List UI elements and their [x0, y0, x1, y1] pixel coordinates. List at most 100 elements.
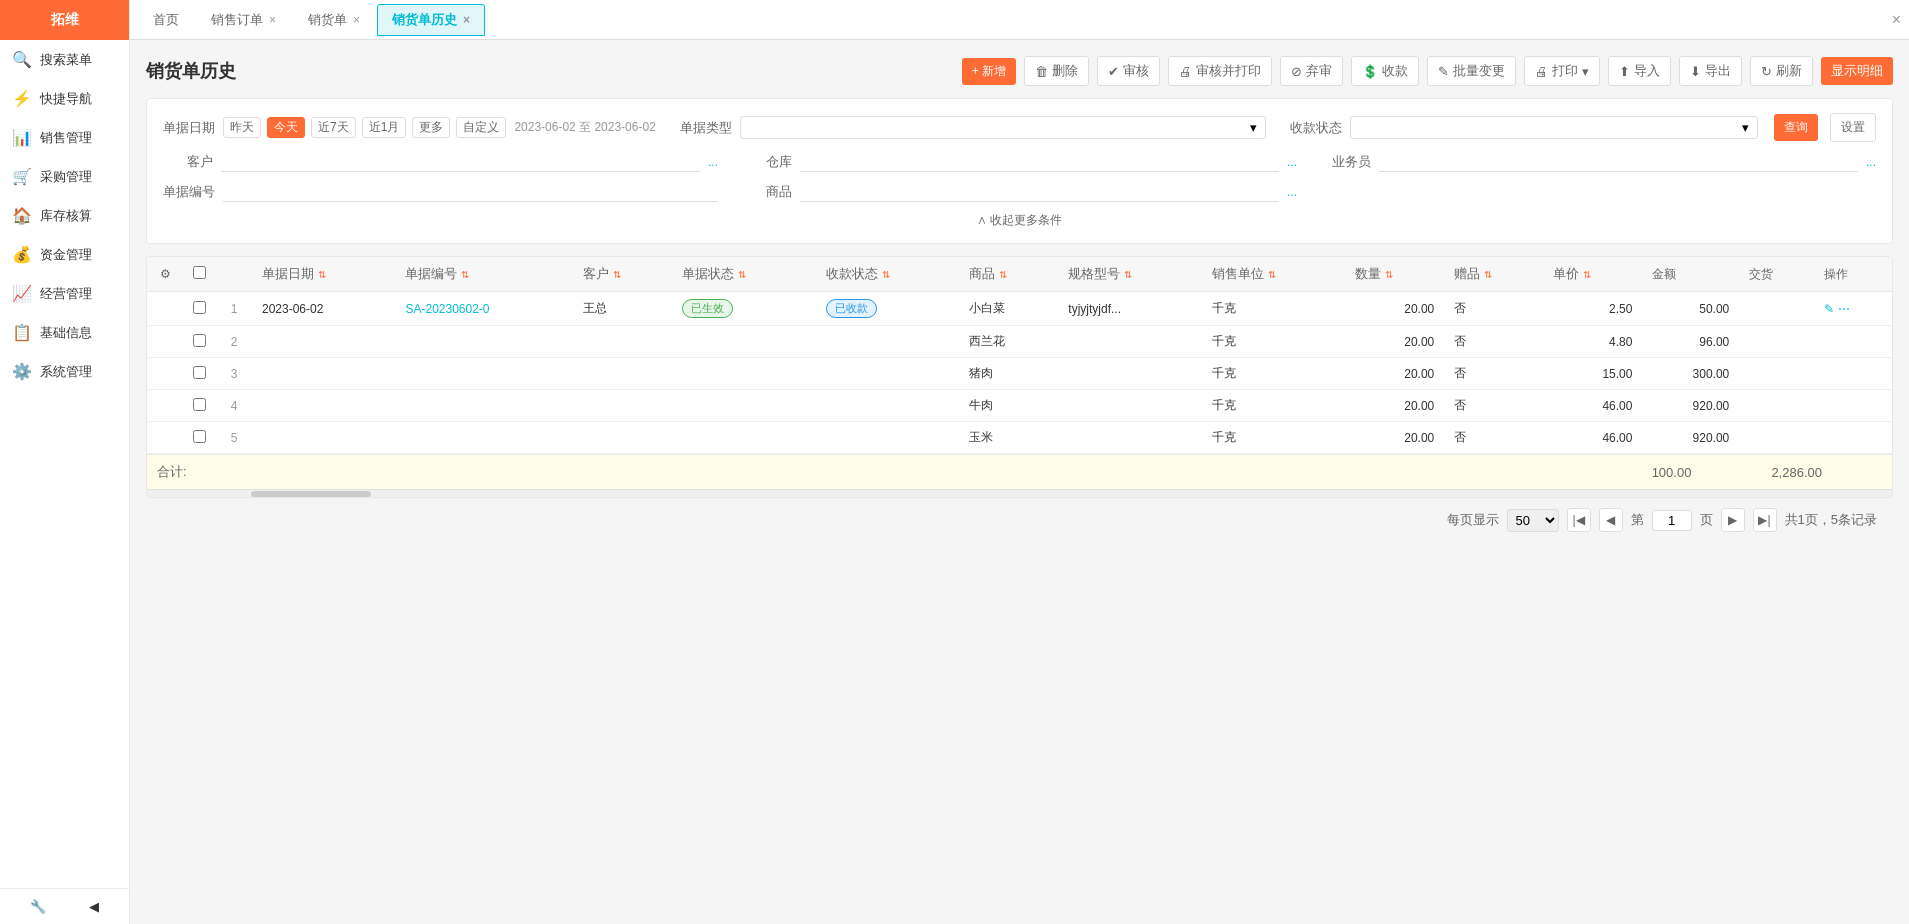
row-number[interactable]: [395, 326, 573, 358]
collect-button[interactable]: 💲 收款: [1351, 56, 1419, 86]
scrollbar-thumb[interactable]: [251, 491, 371, 497]
row-check[interactable]: [183, 422, 216, 454]
review-button[interactable]: ✔ 审核: [1097, 56, 1160, 86]
sidebar-item-search[interactable]: 🔍 搜索菜单: [0, 40, 129, 79]
spec-sort-icon[interactable]: ⇅: [1124, 269, 1132, 280]
date-btn-yesterday[interactable]: 昨天: [223, 117, 261, 138]
col-check[interactable]: [183, 257, 216, 292]
staff-more[interactable]: ...: [1866, 155, 1876, 169]
row-checkbox[interactable]: [193, 398, 206, 411]
sidebar-item-system[interactable]: ⚙️ 系统管理: [0, 352, 129, 391]
settings-button[interactable]: 设置: [1830, 113, 1876, 142]
tab-sales-order[interactable]: 销售订单 ×: [196, 4, 291, 36]
sidebar-item-sales[interactable]: 📊 销售管理: [0, 118, 129, 157]
review-print-button[interactable]: 🖨 审核并打印: [1168, 56, 1272, 86]
first-page-button[interactable]: |◀: [1567, 508, 1591, 532]
sidebar-settings[interactable]: 🔧 ◀: [0, 889, 129, 924]
refresh-button[interactable]: ↻ 刷新: [1750, 56, 1813, 86]
gift-sort-icon[interactable]: ⇅: [1484, 269, 1492, 280]
query-button[interactable]: 查询: [1774, 114, 1818, 141]
row-check[interactable]: [183, 390, 216, 422]
export-button[interactable]: ⬇ 导出: [1679, 56, 1742, 86]
goods-input[interactable]: [800, 182, 1279, 202]
col-number[interactable]: 单据编号 ⇅: [395, 257, 573, 292]
tab-close-all[interactable]: ×: [1892, 11, 1901, 29]
row-check[interactable]: [183, 358, 216, 390]
unit-sort-icon[interactable]: ⇅: [1268, 269, 1276, 280]
col-spec[interactable]: 规格型号 ⇅: [1058, 257, 1201, 292]
row-number[interactable]: [395, 422, 573, 454]
col-gear[interactable]: ⚙: [147, 257, 183, 292]
number-input[interactable]: [223, 182, 718, 202]
per-page-select[interactable]: 10 20 50 100: [1507, 509, 1559, 532]
row-checkbox[interactable]: [193, 301, 206, 314]
status-sort-icon[interactable]: ⇅: [738, 269, 746, 280]
tab-sales-history[interactable]: 销货单历史 ×: [377, 4, 485, 36]
prev-page-button[interactable]: ◀: [1599, 508, 1623, 532]
date-btn-custom[interactable]: 自定义: [456, 117, 506, 138]
warehouse-more[interactable]: ...: [1287, 155, 1297, 169]
col-collect-status[interactable]: 收款状态 ⇅: [816, 257, 959, 292]
customer-sort-icon[interactable]: ⇅: [613, 269, 621, 280]
goods-sort-icon[interactable]: ⇅: [999, 269, 1007, 280]
sidebar-item-operation[interactable]: 📈 经营管理: [0, 274, 129, 313]
sidebar-item-finance[interactable]: 💰 资金管理: [0, 235, 129, 274]
collapse-button[interactable]: ∧ 收起更多条件: [163, 212, 1876, 229]
date-sort-icon[interactable]: ⇅: [318, 269, 326, 280]
delete-button[interactable]: 🗑 删除: [1024, 56, 1089, 86]
sidebar-item-purchase[interactable]: 🛒 采购管理: [0, 157, 129, 196]
col-unit[interactable]: 销售单位 ⇅: [1202, 257, 1345, 292]
date-btn-today[interactable]: 今天: [267, 117, 305, 138]
batch-change-button[interactable]: ✎ 批量变更: [1427, 56, 1516, 86]
customer-input[interactable]: [221, 152, 700, 172]
tab-sales-goods-close[interactable]: ×: [353, 13, 360, 27]
new-button[interactable]: + 新增: [962, 58, 1016, 85]
sidebar-item-shortcut[interactable]: ⚡ 快捷导航: [0, 79, 129, 118]
customer-more[interactable]: ...: [708, 155, 718, 169]
row-number[interactable]: [395, 390, 573, 422]
show-detail-button[interactable]: 显示明细: [1821, 57, 1893, 85]
row-checkbox[interactable]: [193, 366, 206, 379]
next-page-button[interactable]: ▶: [1721, 508, 1745, 532]
col-quantity[interactable]: 数量 ⇅: [1345, 257, 1444, 292]
action-更多[interactable]: ⋯: [1838, 302, 1850, 316]
tab-sales-goods[interactable]: 销货单 ×: [293, 4, 375, 36]
tab-sales-history-close[interactable]: ×: [463, 13, 470, 27]
row-number[interactable]: [395, 358, 573, 390]
page-number-input[interactable]: 1: [1652, 510, 1692, 531]
row-checkbox[interactable]: [193, 334, 206, 347]
staff-input[interactable]: [1379, 152, 1858, 172]
action-编辑[interactable]: ✎: [1824, 302, 1837, 316]
sidebar-item-inventory[interactable]: 🏠 库存核算: [0, 196, 129, 235]
col-gift[interactable]: 赠品 ⇅: [1444, 257, 1543, 292]
collect-sort-icon[interactable]: ⇅: [882, 269, 890, 280]
warehouse-input[interactable]: [800, 152, 1279, 172]
col-customer[interactable]: 客户 ⇅: [573, 257, 672, 292]
row-checkbox[interactable]: [193, 430, 206, 443]
collapse-icon[interactable]: ◀: [89, 899, 99, 914]
row-number[interactable]: SA-20230602-0: [395, 292, 573, 326]
collect-select[interactable]: ▾: [1350, 116, 1758, 139]
tab-sales-order-close[interactable]: ×: [269, 13, 276, 27]
col-date[interactable]: 单据日期 ⇅: [252, 257, 395, 292]
horizontal-scrollbar[interactable]: [147, 489, 1892, 497]
date-btn-7days[interactable]: 近7天: [311, 117, 356, 138]
col-price[interactable]: 单价 ⇅: [1543, 257, 1642, 292]
tab-home[interactable]: 首页: [138, 4, 194, 36]
col-goods[interactable]: 商品 ⇅: [959, 257, 1058, 292]
col-status[interactable]: 单据状态 ⇅: [672, 257, 815, 292]
sidebar-item-basic[interactable]: 📋 基础信息: [0, 313, 129, 352]
date-btn-1month[interactable]: 近1月: [362, 117, 407, 138]
abandon-button[interactable]: ⊘ 弃审: [1280, 56, 1343, 86]
date-btn-more[interactable]: 更多: [412, 117, 450, 138]
type-select[interactable]: ▾: [740, 116, 1266, 139]
print-button[interactable]: 🖨 打印 ▾: [1524, 56, 1600, 86]
select-all-checkbox[interactable]: [193, 266, 206, 279]
price-sort-icon[interactable]: ⇅: [1583, 269, 1591, 280]
row-check[interactable]: [183, 292, 216, 326]
quantity-sort-icon[interactable]: ⇅: [1385, 269, 1393, 280]
row-check[interactable]: [183, 326, 216, 358]
goods-more[interactable]: ...: [1287, 185, 1297, 199]
number-sort-icon[interactable]: ⇅: [461, 269, 469, 280]
last-page-button[interactable]: ▶|: [1753, 508, 1777, 532]
